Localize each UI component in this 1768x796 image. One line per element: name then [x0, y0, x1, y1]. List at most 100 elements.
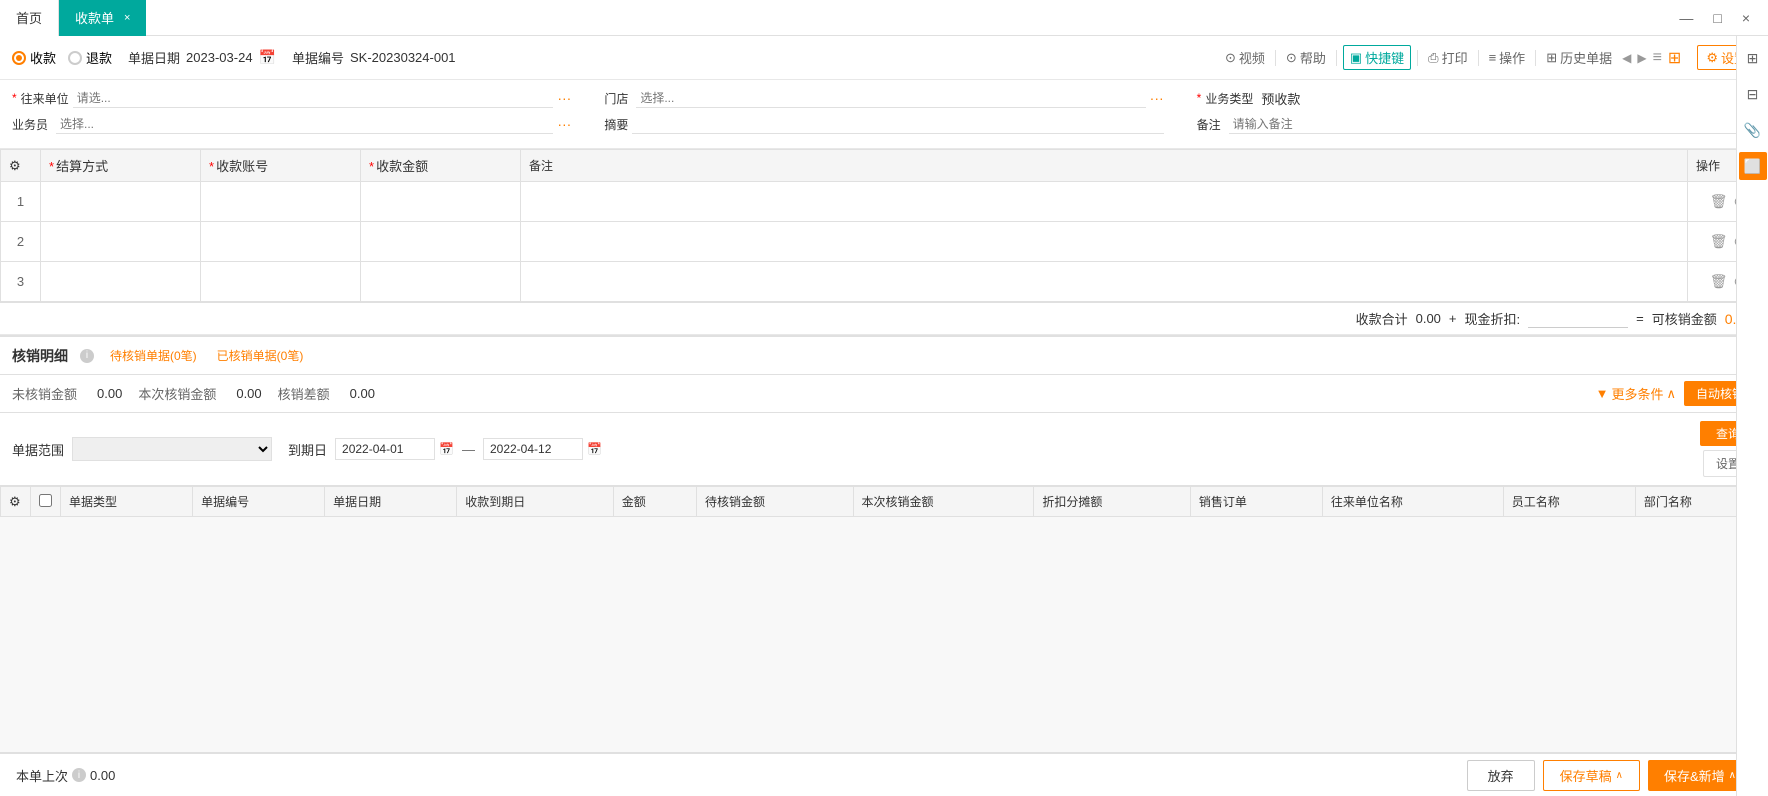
help-btn[interactable]: ⊙ 帮助 — [1282, 46, 1330, 69]
tab-close-icon[interactable]: × — [124, 12, 130, 24]
row2-remark-input[interactable] — [521, 222, 1687, 261]
main-container: 收款 退款 单据日期 2023-03-24 📅 单据编号 SK-20230324… — [0, 36, 1768, 796]
row1-delete-icon[interactable]: 🗑 — [1710, 193, 1728, 210]
staff-more-icon[interactable]: ··· — [557, 116, 571, 132]
discard-btn[interactable]: 放弃 — [1467, 760, 1535, 791]
row1-remark[interactable] — [521, 182, 1688, 222]
bth-doc-type: 单据类型 — [61, 487, 193, 517]
bottom-settings-icon[interactable]: ⚙ — [9, 494, 21, 509]
date-calendar-icon[interactable]: 📅 — [259, 49, 276, 66]
list-view-btn[interactable]: ≡ — [1653, 49, 1662, 67]
history-btn[interactable]: ⊞ 历史单据 — [1542, 46, 1616, 69]
row3-amount[interactable] — [361, 262, 521, 302]
print-btn[interactable]: ⎙ 打印 — [1424, 46, 1471, 69]
from-unit-input[interactable] — [73, 89, 554, 108]
hex-info-icon[interactable]: i — [80, 349, 94, 363]
footer-info-icon[interactable]: i — [72, 768, 86, 782]
tab-receipts[interactable]: 收款单 × — [59, 0, 146, 36]
business-type-label: 业务类型 — [1205, 90, 1253, 107]
grid-view-btn[interactable]: ⊞ — [1668, 48, 1681, 68]
date-dash: — — [462, 442, 475, 457]
scope-select[interactable] — [72, 437, 272, 461]
date-to-calendar-icon[interactable]: 📅 — [587, 442, 602, 456]
minimize-btn[interactable]: — — [1673, 8, 1699, 28]
date-from-input[interactable] — [335, 438, 435, 460]
select-all-checkbox[interactable] — [39, 494, 52, 507]
sidebar-print-icon[interactable]: ⊟ — [1739, 80, 1767, 108]
video-btn[interactable]: ⊙ 视频 — [1221, 46, 1269, 69]
operations-btn[interactable]: ≡ 操作 — [1485, 46, 1530, 69]
th-settle-method: *结算方式 — [41, 150, 201, 182]
staff-input[interactable] — [56, 115, 553, 134]
row1-account-input[interactable] — [201, 182, 360, 221]
close-btn[interactable]: × — [1736, 8, 1756, 28]
table-row: 3 🗑 ⊕ — [1, 262, 1768, 302]
summary-input[interactable] — [632, 115, 1163, 134]
row3-idx: 3 — [1, 262, 41, 302]
row1-settle-input[interactable] — [41, 182, 200, 221]
row3-account-input[interactable] — [201, 262, 360, 301]
sidebar-screen-icon[interactable]: ⬜ — [1739, 152, 1767, 180]
hex-pending-tab[interactable]: 待核销单据(0笔) — [106, 345, 201, 366]
row2-remark[interactable] — [521, 222, 1688, 262]
row2-delete-icon[interactable]: 🗑 — [1710, 233, 1728, 250]
due-date-field: 到期日 📅 — 📅 — [288, 438, 602, 460]
hex-done-tab[interactable]: 已核销单据(0笔) — [213, 345, 308, 366]
bth-due-date: 收款到期日 — [457, 487, 613, 517]
summary-row: 收款合计 0.00 + 现金折扣: = 可核销金额 0.00 — [0, 302, 1768, 334]
sidebar-table-icon[interactable]: ⊞ — [1739, 44, 1767, 72]
row3-account[interactable] — [201, 262, 361, 302]
sidebar-clip-icon[interactable]: 📎 — [1739, 116, 1767, 144]
header-toolbar: 收款 退款 单据日期 2023-03-24 📅 单据编号 SK-20230324… — [0, 36, 1768, 80]
radio-receipt[interactable]: 收款 — [12, 48, 56, 67]
discount-input[interactable] — [1528, 309, 1628, 328]
row3-settle-input[interactable] — [41, 262, 200, 301]
shortcut-label: 快捷键 — [1365, 48, 1404, 67]
date-from-calendar-icon[interactable]: 📅 — [439, 442, 454, 456]
hex-section: 核销明细 i 待核销单据(0笔) 已核销单据(0笔) 未核销金额 0.00 本次… — [0, 335, 1768, 796]
radio-refund-dot — [68, 51, 82, 65]
row2-settle[interactable] — [41, 222, 201, 262]
row1-settle[interactable] — [41, 182, 201, 222]
row2-account-input[interactable] — [201, 222, 360, 261]
row3-amount-input[interactable] — [361, 262, 520, 301]
row2-amount-input[interactable] — [361, 222, 520, 261]
from-unit-required-star: * — [12, 91, 17, 105]
row1-account[interactable] — [201, 182, 361, 222]
row2-amount[interactable] — [361, 222, 521, 262]
row1-remark-input[interactable] — [521, 182, 1687, 221]
shortcut-btn[interactable]: ▣ 快捷键 — [1343, 45, 1411, 70]
shop-more-icon[interactable]: ··· — [1150, 90, 1164, 106]
ops-icon: ≡ — [1489, 50, 1497, 65]
sep1 — [1275, 50, 1276, 66]
total-value: 0.00 — [1416, 311, 1441, 326]
net-label: 可核销金额 — [1652, 309, 1717, 328]
expand-icon: ∧ — [1666, 386, 1676, 402]
receipts-table: ⚙ *结算方式 *收款账号 *收款金额 备注 操作 — [0, 149, 1768, 302]
more-conditions-btn[interactable]: ▼ 更多条件 ∧ — [1596, 384, 1676, 403]
tab-home-label: 首页 — [16, 8, 42, 27]
maximize-btn[interactable]: □ — [1707, 8, 1727, 28]
from-unit-more-icon[interactable]: ··· — [557, 90, 571, 106]
row3-remark-input[interactable] — [521, 262, 1687, 301]
row1-amount-input[interactable] — [361, 182, 520, 221]
shop-input[interactable] — [636, 89, 1145, 108]
row1-amount[interactable] — [361, 182, 521, 222]
row3-settle[interactable] — [41, 262, 201, 302]
date-to-input[interactable] — [483, 438, 583, 460]
row2-settle-input[interactable] — [41, 222, 200, 261]
row3-delete-icon[interactable]: 🗑 — [1710, 273, 1728, 290]
tab-home[interactable]: 首页 — [0, 0, 59, 36]
radio-refund[interactable]: 退款 — [68, 48, 112, 67]
nav-prev-btn[interactable]: ◀ — [1622, 51, 1631, 65]
video-circle-icon: ⊙ — [1225, 50, 1236, 66]
history-icon: ⊞ — [1546, 50, 1557, 66]
bottom-table-area: ⚙ 单据类型 单据编号 单据日期 收款到期日 金额 待核销金额 本次核销金额 折… — [0, 486, 1768, 517]
row2-account[interactable] — [201, 222, 361, 262]
remark-input[interactable] — [1229, 115, 1756, 134]
row3-remark[interactable] — [521, 262, 1688, 302]
nav-next-btn[interactable]: ▶ — [1637, 51, 1646, 65]
save-draft-btn[interactable]: 保存草稿 ∧ — [1543, 760, 1640, 791]
footer-this-order-value: 0.00 — [90, 768, 115, 783]
table-settings-icon[interactable]: ⚙ — [9, 158, 21, 173]
